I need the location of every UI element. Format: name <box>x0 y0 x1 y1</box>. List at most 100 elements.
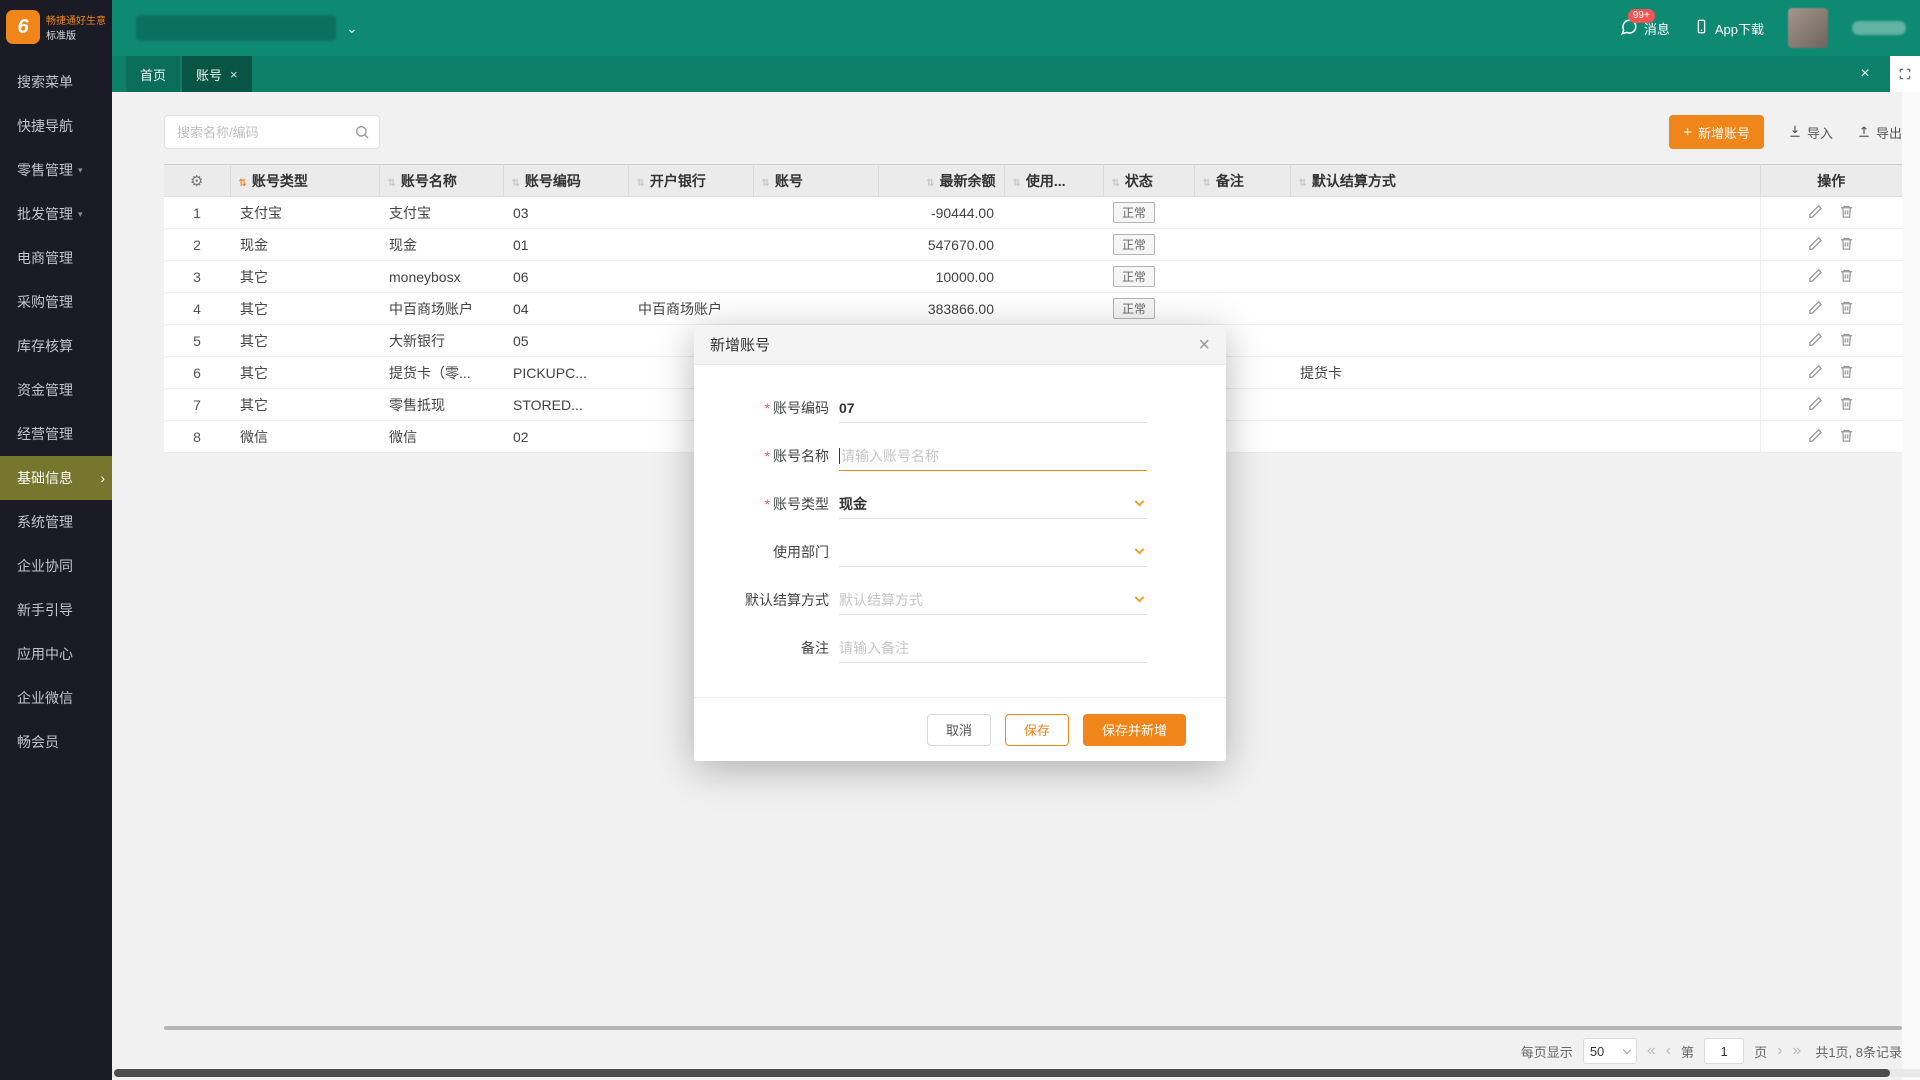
edit-button[interactable] <box>1808 236 1823 254</box>
sidebar-item-label: 系统管理 <box>17 514 73 530</box>
table-row[interactable]: 3 其它 moneybosx 06 10000.00 正常 <box>164 260 1902 293</box>
delete-button[interactable] <box>1839 204 1854 222</box>
sidebar-item-label: 快捷导航 <box>17 118 73 134</box>
sort-icon[interactable]: ⇅ <box>1203 178 1211 189</box>
close-icon[interactable]: × <box>1850 56 1880 92</box>
edit-button[interactable] <box>1808 396 1823 414</box>
sort-icon[interactable]: ⇅ <box>1112 178 1120 189</box>
save-button[interactable]: 保存 <box>1004 713 1069 746</box>
fullscreen-icon[interactable] <box>1890 56 1920 92</box>
edit-button[interactable] <box>1808 300 1823 318</box>
import-label: 导入 <box>1806 125 1833 141</box>
company-select[interactable]: ⌄ <box>136 15 358 41</box>
table-row[interactable]: 2 现金 现金 01 547670.00 正常 <box>164 228 1902 261</box>
search-icon[interactable] <box>354 124 370 145</box>
sort-icon[interactable]: ⇅ <box>239 178 247 189</box>
sidebar-item[interactable]: 批发管理 ▾ <box>0 192 112 236</box>
edit-button[interactable] <box>1808 428 1823 446</box>
sidebar-item-label: 采购管理 <box>17 294 73 310</box>
account-type-input[interactable]: 现金 <box>839 489 1147 519</box>
next-page-button[interactable]: › <box>1777 1042 1782 1060</box>
field-label: * 账号名称 <box>764 448 829 464</box>
use-department-input[interactable] <box>839 537 1147 567</box>
chevron-right-icon: › <box>100 470 105 486</box>
account-name-input[interactable]: 请输入账号名称 <box>839 441 1147 471</box>
search-input[interactable] <box>164 115 380 149</box>
sort-icon[interactable]: ⇅ <box>762 178 770 189</box>
sidebar-item[interactable]: 零售管理 ▾ <box>0 148 112 192</box>
sidebar-item-label: 企业协同 <box>17 558 73 574</box>
edit-button[interactable] <box>1808 364 1823 382</box>
edit-button[interactable] <box>1808 268 1823 286</box>
tab-item[interactable]: 账号 × <box>182 56 252 92</box>
import-button[interactable]: 导入 <box>1788 123 1833 142</box>
sidebar-item[interactable]: 库存核算 <box>0 324 112 368</box>
tab-close-icon[interactable]: × <box>230 67 238 82</box>
messages-button[interactable]: 99+ 消息 <box>1620 8 1670 39</box>
delete-button[interactable] <box>1839 332 1854 350</box>
modal-close-icon[interactable]: × <box>1198 335 1210 355</box>
sidebar-item[interactable]: 基础信息 › <box>0 456 112 500</box>
sidebar-item[interactable]: 新手引导 <box>0 588 112 632</box>
table-horizontal-scrollbar[interactable] <box>164 1026 1902 1030</box>
account-code-input[interactable]: 07 <box>839 393 1147 423</box>
sort-icon[interactable]: ⇅ <box>1013 178 1021 189</box>
first-page-button[interactable]: « <box>1647 1042 1656 1060</box>
sidebar-item[interactable]: 畅会员 <box>0 720 112 764</box>
per-page-select[interactable]: 50 <box>1582 1038 1637 1064</box>
last-page-button[interactable]: » <box>1792 1042 1801 1060</box>
cancel-button[interactable]: 取消 <box>926 713 991 746</box>
save-and-new-button[interactable]: 保存并新增 <box>1082 713 1186 746</box>
delete-button[interactable] <box>1839 268 1854 286</box>
remark-input[interactable]: 请输入备注 <box>839 633 1147 663</box>
delete-button[interactable] <box>1839 236 1854 254</box>
scrollbar-thumb[interactable] <box>114 1069 1890 1077</box>
edit-button[interactable] <box>1808 204 1823 222</box>
column-header: 备注 <box>1215 172 1244 189</box>
sidebar-item[interactable]: 快捷导航 <box>0 104 112 148</box>
page-horizontal-scrollbar[interactable] <box>112 1069 1920 1077</box>
new-account-modal: 新增账号 × * 账号编码 07 * 账号名称 请输入账号名称 * 账号类型 现金 使用部门 默认结… <box>694 325 1226 761</box>
edit-button[interactable] <box>1808 332 1823 350</box>
required-asterisk: * <box>764 496 770 512</box>
sort-icon[interactable]: ⇅ <box>388 178 396 189</box>
required-asterisk: * <box>764 400 770 416</box>
avatar[interactable] <box>1788 8 1828 48</box>
sidebar-item[interactable]: 企业微信 <box>0 676 112 720</box>
sidebar-item-label: 基础信息 <box>17 470 73 486</box>
delete-button[interactable] <box>1839 364 1854 382</box>
sidebar-item[interactable]: 采购管理 <box>0 280 112 324</box>
tab-item[interactable]: 首页 <box>126 56 181 92</box>
sidebar-item-label: 电商管理 <box>17 250 73 266</box>
sidebar-item[interactable]: 经营管理 <box>0 412 112 456</box>
add-account-button[interactable]: + 新增账号 <box>1669 115 1764 149</box>
column-header: 账号 <box>774 172 803 189</box>
table-row[interactable]: 4 其它 中百商场账户 04 中百商场账户 383866.00 正常 <box>164 292 1902 325</box>
app-subtitle: 标准版 <box>46 31 76 42</box>
sort-icon[interactable]: ⇅ <box>637 178 645 189</box>
export-button[interactable]: 导出 <box>1857 123 1902 142</box>
gear-icon[interactable]: ⚙ <box>190 173 203 190</box>
app-download-button[interactable]: App下载 <box>1694 19 1764 38</box>
column-header: 账号编码 <box>524 172 581 189</box>
delete-button[interactable] <box>1839 300 1854 318</box>
prev-page-button[interactable]: ‹ <box>1666 1042 1671 1060</box>
sidebar-item-label: 企业微信 <box>17 690 73 706</box>
sidebar-item[interactable]: 应用中心 <box>0 632 112 676</box>
sort-icon[interactable]: ⇅ <box>926 178 934 189</box>
page-input[interactable] <box>1704 1038 1745 1064</box>
sidebar-item[interactable]: 搜索菜单 <box>0 60 112 104</box>
delete-button[interactable] <box>1839 428 1854 446</box>
app-logo: 6 畅捷通好生意 标准版 <box>0 0 112 54</box>
pagination: 每页显示 50 « ‹ 第 页 › » 共1页, 8条记录 <box>1521 1036 1902 1066</box>
sidebar-item[interactable]: 系统管理 <box>0 500 112 544</box>
sidebar-item[interactable]: 电商管理 <box>0 236 112 280</box>
delete-button[interactable] <box>1839 396 1854 414</box>
sort-icon[interactable]: ⇅ <box>1299 178 1307 189</box>
default-settlement-input[interactable]: 默认结算方式 <box>839 585 1147 615</box>
sidebar-item[interactable]: 企业协同 <box>0 544 112 588</box>
status-badge: 正常 <box>1113 234 1156 255</box>
sort-icon[interactable]: ⇅ <box>512 178 520 189</box>
sidebar-item[interactable]: 资金管理 <box>0 368 112 412</box>
table-row[interactable]: 1 支付宝 支付宝 03 -90444.00 正常 <box>164 196 1902 229</box>
